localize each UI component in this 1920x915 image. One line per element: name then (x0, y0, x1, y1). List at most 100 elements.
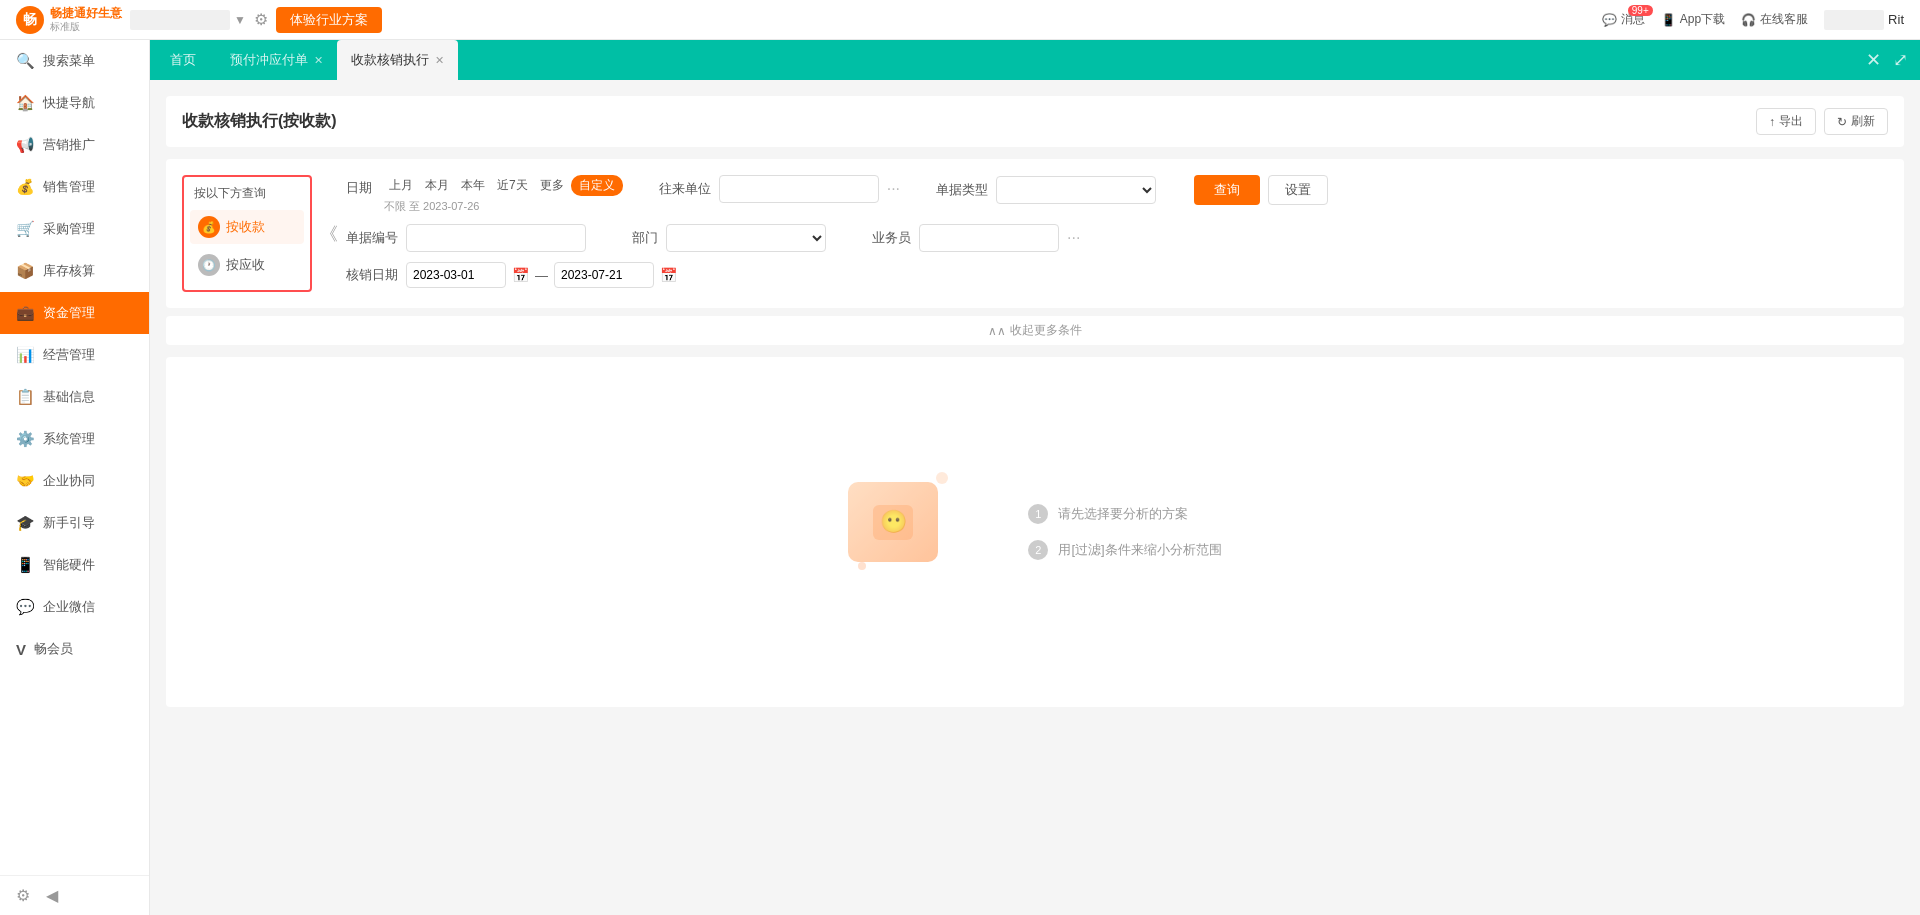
search-icon: 🔍 (16, 52, 35, 70)
filter-option-receipt[interactable]: 💰 按收款 (190, 210, 304, 244)
calendar-end-icon[interactable]: 📅 (660, 267, 677, 283)
filter-voucher-type-group: 单据类型 查询 设置 (936, 175, 1328, 205)
date-btn-this-year[interactable]: 本年 (456, 175, 490, 196)
online-support-btn[interactable]: 🎧 在线客服 (1741, 11, 1808, 28)
home-icon: 🏠 (16, 94, 35, 112)
tab-writeoff[interactable]: 收款核销执行 ✕ (337, 40, 458, 80)
sidebar-item-member[interactable]: V 畅会员 (0, 628, 149, 670)
receivable-option-icon: 🕐 (198, 254, 220, 276)
sidebar-collapse-icon[interactable]: ◀ (46, 886, 58, 905)
filter-dept-group: 部门 (632, 224, 826, 252)
empty-face: 😶 (873, 505, 913, 540)
sidebar-item-finance[interactable]: 💼 资金管理 (0, 292, 149, 334)
user-avatar (1824, 10, 1884, 30)
app-name: 畅捷通好生意 (50, 6, 122, 20)
export-btn[interactable]: ↑ 导出 (1756, 108, 1816, 135)
staff-label: 业务员 (872, 229, 911, 247)
filter-collapse-arrow[interactable]: 《 (312, 175, 346, 292)
tab1-close-icon[interactable]: ✕ (314, 54, 323, 67)
date-btn-more[interactable]: 更多 (535, 175, 569, 196)
sidebar-item-basic[interactable]: 📋 基础信息 (0, 376, 149, 418)
date-btn-this-month[interactable]: 本月 (420, 175, 454, 196)
collapse-more-bar[interactable]: ∧∧ 收起更多条件 (166, 316, 1904, 345)
calendar-start-icon[interactable]: 📅 (512, 267, 529, 283)
sidebar-item-marketing[interactable]: 📢 营销推广 (0, 124, 149, 166)
sidebar-item-wechat[interactable]: 💬 企业微信 (0, 586, 149, 628)
sidebar-item-guide[interactable]: 🎓 新手引导 (0, 502, 149, 544)
industry-btn[interactable]: 体验行业方案 (276, 7, 382, 33)
message-btn[interactable]: 💬 消息 99+ (1602, 11, 1645, 28)
tab-expand-btn[interactable]: ⤢ (1889, 49, 1912, 71)
receipt-option-icon: 💰 (198, 216, 220, 238)
filter-method-selector: 按以下方查询 💰 按收款 🕐 按应收 (182, 175, 312, 292)
company-name[interactable] (130, 10, 230, 30)
user-name: Rit (1888, 12, 1904, 27)
filter-date-group: 日期 上月 本月 本年 近7天 更多 自定义 (346, 175, 623, 214)
hardware-icon: 📱 (16, 556, 35, 574)
sidebar-settings-icon[interactable]: ⚙ (16, 886, 30, 905)
page-inner: 收款核销执行(按收款) ↑ 导出 ↻ 刷新 (150, 80, 1920, 723)
sales-icon: 💰 (16, 178, 35, 196)
filter-option-receipt-label: 按收款 (226, 218, 265, 236)
writeoff-date-end-input[interactable] (554, 262, 654, 288)
sidebar-item-purchase[interactable]: 🛒 采购管理 (0, 208, 149, 250)
voucher-type-select[interactable] (996, 176, 1156, 204)
purchase-icon: 🛒 (16, 220, 35, 238)
tab2-close-icon[interactable]: ✕ (435, 54, 444, 67)
tab-close-btn[interactable]: ✕ (1862, 49, 1885, 71)
sidebar-item-collab[interactable]: 🤝 企业协同 (0, 460, 149, 502)
empty-illustration: 😶 (848, 482, 968, 582)
filter-method-title: 按以下方查询 (190, 185, 304, 202)
user-menu[interactable]: Rit (1824, 10, 1904, 30)
filter-option-receivable[interactable]: 🕐 按应收 (190, 248, 304, 282)
date-quick-buttons: 上月 本月 本年 近7天 更多 自定义 (384, 175, 623, 196)
filter-panel: 按以下方查询 💰 按收款 🕐 按应收 《 (166, 159, 1904, 308)
refresh-icon: ↻ (1837, 115, 1847, 129)
sidebar-item-operations[interactable]: 📊 经营管理 (0, 334, 149, 376)
tab-prepay[interactable]: 预付冲应付单 ✕ (216, 40, 337, 80)
settings-icon[interactable]: ⚙ (254, 10, 268, 29)
sidebar-item-system[interactable]: ⚙️ 系统管理 (0, 418, 149, 460)
staff-input[interactable] (919, 224, 1059, 252)
finance-icon: 💼 (16, 304, 35, 322)
empty-step-2: 2 用[过滤]条件来缩小分析范围 (1028, 540, 1221, 560)
step2-text: 用[过滤]条件来缩小分析范围 (1058, 541, 1221, 559)
headset-icon: 🎧 (1741, 13, 1756, 27)
staff-dots[interactable]: ··· (1067, 229, 1080, 247)
app-logo: 畅 畅捷通好生意 标准版 (16, 6, 122, 34)
date-btn-last-month[interactable]: 上月 (384, 175, 418, 196)
main-content: 首页 预付冲应付单 ✕ 收款核销执行 ✕ ✕ ⤢ 收款核销执行(按收款) (150, 40, 1920, 915)
filter-row-3: 核销日期 📅 — 📅 (346, 262, 1888, 288)
message-icon: 💬 (1602, 13, 1617, 27)
company-selector[interactable]: ▼ (130, 10, 246, 30)
counterparty-dots[interactable]: ··· (887, 180, 900, 198)
writeoff-date-range: 📅 — 📅 (406, 262, 677, 288)
sidebar-bottom: ⚙ ◀ (0, 875, 149, 915)
deco-dot-1 (936, 472, 948, 484)
message-badge: 99+ (1628, 5, 1653, 16)
writeoff-date-label: 核销日期 (346, 266, 398, 284)
query-btn[interactable]: 查询 (1194, 175, 1260, 205)
inventory-icon: 📦 (16, 262, 35, 280)
app-download-btn[interactable]: 📱 App下载 (1661, 11, 1725, 28)
chevron-down-icon[interactable]: ▼ (234, 13, 246, 27)
date-btn-7days[interactable]: 近7天 (492, 175, 533, 196)
date-btn-custom[interactable]: 自定义 (571, 175, 623, 196)
deco-dot-2 (858, 562, 866, 570)
sidebar-item-quicknav[interactable]: 🏠 快捷导航 (0, 82, 149, 124)
voucherno-input[interactable] (406, 224, 586, 252)
sidebar-item-sales[interactable]: 💰 销售管理 (0, 166, 149, 208)
sidebar-item-hardware[interactable]: 📱 智能硬件 (0, 544, 149, 586)
filter-row-1: 日期 上月 本月 本年 近7天 更多 自定义 (346, 175, 1888, 214)
sidebar-item-inventory[interactable]: 📦 库存核算 (0, 250, 149, 292)
operations-icon: 📊 (16, 346, 35, 364)
counterparty-input[interactable] (719, 175, 879, 203)
top-bar-right: 💬 消息 99+ 📱 App下载 🎧 在线客服 Rit (1602, 10, 1904, 30)
dept-select[interactable] (666, 224, 826, 252)
writeoff-date-start-input[interactable] (406, 262, 506, 288)
settings-btn[interactable]: 设置 (1268, 175, 1328, 205)
date-label: 日期 (346, 175, 376, 197)
sidebar-item-search[interactable]: 🔍 搜索菜单 (0, 40, 149, 82)
tab-home[interactable]: 首页 (150, 40, 216, 80)
refresh-btn[interactable]: ↻ 刷新 (1824, 108, 1888, 135)
